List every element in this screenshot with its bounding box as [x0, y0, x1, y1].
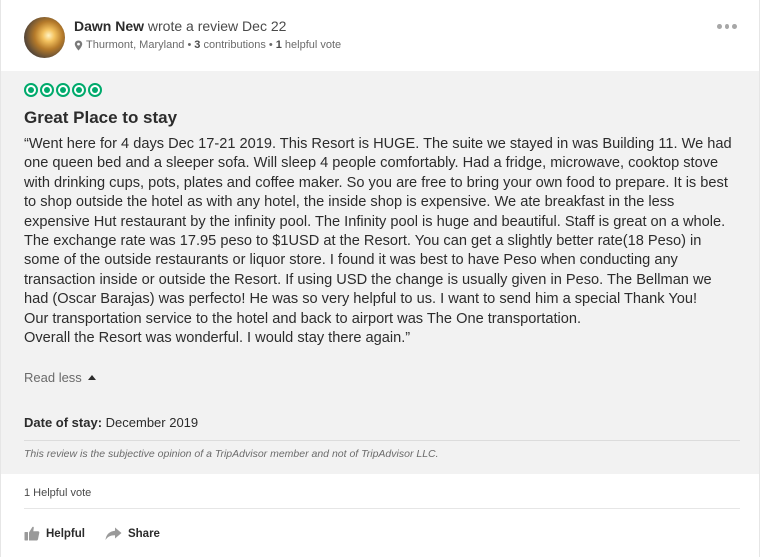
thumbs-up-icon: [24, 526, 40, 541]
bubble-rating: [24, 83, 102, 97]
helpful-button[interactable]: Helpful: [24, 526, 85, 541]
date-of-stay-value: December 2019: [102, 415, 199, 430]
avatar[interactable]: [24, 17, 65, 58]
review-paragraph: Overall the Resort was wonderful. I woul…: [24, 330, 411, 347]
review-card: Dawn New wrote a review Dec 22 Thurmont,…: [0, 0, 760, 557]
rating-bubble-icon: [40, 83, 54, 97]
more-options-icon[interactable]: [717, 22, 738, 30]
meta-separator: •: [187, 39, 192, 51]
helpful-label: Helpful: [46, 527, 85, 540]
helpful-vote-count: 1 helpful vote: [275, 39, 342, 51]
rating-bubble-icon: [24, 83, 38, 97]
share-button[interactable]: Share: [105, 527, 160, 541]
author-meta: Thurmont, Maryland • 3 contributions • 1…: [74, 39, 341, 51]
rating-bubble-icon: [72, 83, 86, 97]
share-arrow-icon: [105, 527, 122, 540]
rating-bubble-icon: [88, 83, 102, 97]
read-less-button[interactable]: Read less: [24, 370, 96, 385]
helpful-votes-count: 1 Helpful vote: [24, 487, 92, 499]
author-name[interactable]: Dawn New: [74, 18, 144, 34]
review-text: “Went here for 4 days Dec 17-21 2019. Th…: [24, 135, 736, 348]
divider: [24, 508, 740, 509]
review-action-text: wrote a review Dec 22: [144, 18, 287, 34]
caret-up-icon: [87, 375, 96, 380]
review-title[interactable]: Great Place to stay: [24, 108, 177, 128]
review-paragraph: “Went here for 4 days Dec 17-21 2019. Th…: [24, 136, 732, 308]
review-actions: Helpful Share: [24, 526, 160, 541]
author-line: Dawn New wrote a review Dec 22: [74, 18, 286, 34]
meta-separator: •: [268, 39, 273, 51]
author-location: Thurmont, Maryland: [86, 39, 185, 51]
review-paragraph: Our transportation service to the hotel …: [24, 310, 582, 327]
date-of-stay: Date of stay: December 2019: [24, 415, 198, 430]
date-of-stay-label: Date of stay:: [24, 415, 103, 430]
review-body: Great Place to stay “Went here for 4 day…: [1, 71, 759, 474]
review-header: Dawn New wrote a review Dec 22 Thurmont,…: [1, 0, 759, 71]
read-less-label: Read less: [24, 370, 82, 385]
map-pin-icon: [74, 40, 83, 50]
review-disclaimer: This review is the subjective opinion of…: [24, 448, 439, 460]
share-label: Share: [127, 527, 160, 540]
rating-bubble-icon: [56, 83, 70, 97]
contributions-count: 3 contributions: [194, 39, 266, 51]
divider: [24, 440, 740, 441]
